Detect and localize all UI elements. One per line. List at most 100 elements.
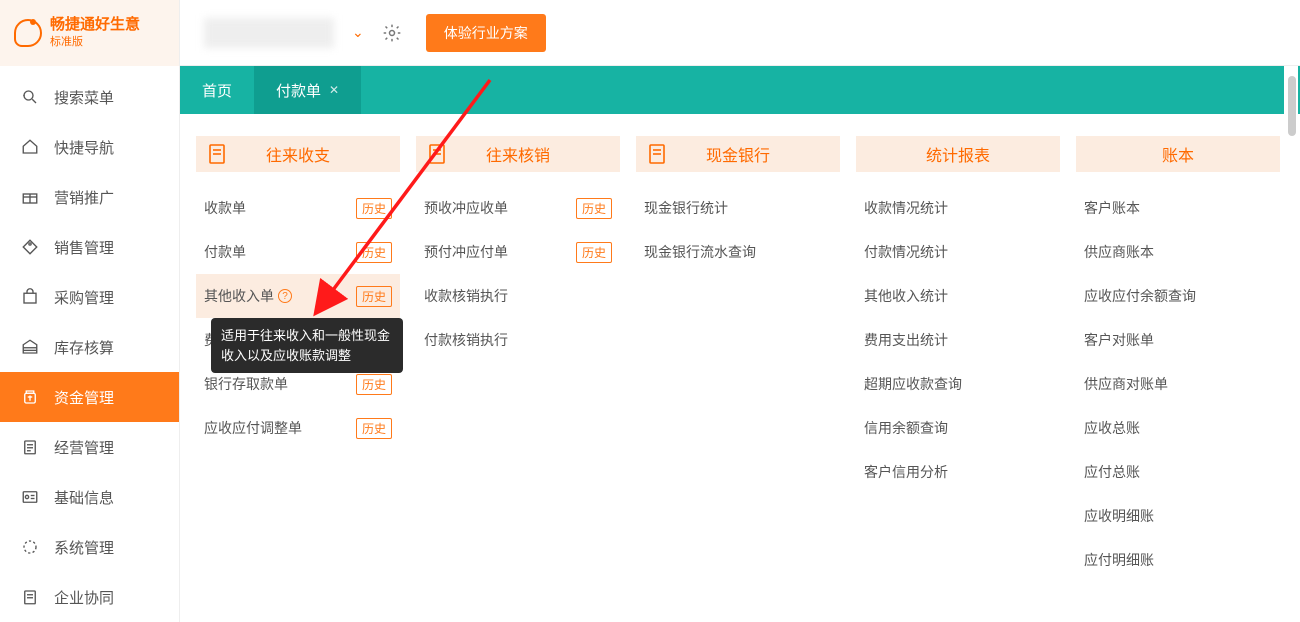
- tab-label: 付款单: [276, 80, 321, 101]
- column-title: 现金银行: [706, 142, 770, 166]
- menu-row[interactable]: 付款核销执行: [416, 318, 620, 362]
- gear-icon[interactable]: [382, 23, 402, 43]
- menu-row[interactable]: 应收应付余额查询: [1076, 274, 1280, 318]
- menu-row-text: 应收应付余额查询: [1084, 286, 1196, 306]
- section-icon: [206, 142, 230, 171]
- history-badge[interactable]: 历史: [576, 198, 612, 219]
- tabbar: 首页 付款单 ✕: [180, 66, 1300, 114]
- column-title: 账本: [1162, 142, 1194, 166]
- section-icon: [426, 142, 450, 171]
- help-icon[interactable]: ?: [278, 289, 292, 303]
- menu-row[interactable]: 客户账本: [1076, 186, 1280, 230]
- column-title: 往来收支: [266, 142, 330, 166]
- brand-edition: 标准版: [50, 33, 140, 49]
- sidebar-item-quicknav[interactable]: 快捷导航: [0, 122, 179, 172]
- menu-row[interactable]: 超期应收款查询: [856, 362, 1060, 406]
- clipboard-icon: [20, 437, 40, 457]
- close-icon[interactable]: ✕: [329, 83, 339, 97]
- tab-home[interactable]: 首页: [180, 66, 254, 114]
- money-icon: [20, 387, 40, 407]
- column-list: 现金银行统计现金银行流水查询: [636, 172, 840, 274]
- menu-row-text: 现金银行统计: [644, 198, 728, 218]
- menu-row-label: 其他收入统计: [864, 286, 948, 306]
- menu-row-label: 客户对账单: [1084, 330, 1154, 350]
- sidebar-item-label: 采购管理: [54, 287, 114, 308]
- scrollbar[interactable]: [1284, 66, 1298, 622]
- menu-row[interactable]: 预付冲应付单历史: [416, 230, 620, 274]
- history-badge[interactable]: 历史: [356, 286, 392, 307]
- section-icon: [646, 142, 670, 171]
- gift-icon: [20, 187, 40, 207]
- sidebar-item-purchase[interactable]: 采购管理: [0, 272, 179, 322]
- sidebar: 畅捷通好生意 标准版 搜索菜单 快捷导航 营销推广 销售管理: [0, 0, 180, 622]
- menu-row-text: 其他收入单: [204, 286, 274, 306]
- menu-row-label: 现金银行流水查询: [644, 242, 756, 262]
- sidebar-item-label: 经营管理: [54, 437, 114, 458]
- menu-row[interactable]: 收款单 历史: [196, 186, 400, 230]
- menu-row[interactable]: 客户信用分析: [856, 450, 1060, 494]
- sidebar-item-basicinfo[interactable]: 基础信息: [0, 472, 179, 522]
- sidebar-item-sales[interactable]: 销售管理: [0, 222, 179, 272]
- brand-title: 畅捷通好生意: [50, 17, 140, 34]
- chevron-down-icon[interactable]: ⌄: [352, 24, 364, 41]
- menu-row-label: 应付总账: [1084, 462, 1140, 482]
- sidebar-item-finance[interactable]: 资金管理: [0, 372, 179, 422]
- menu-row[interactable]: 收款情况统计: [856, 186, 1060, 230]
- menu-row[interactable]: 应收总账: [1076, 406, 1280, 450]
- bag-icon: [20, 287, 40, 307]
- menu-row[interactable]: 供应商账本: [1076, 230, 1280, 274]
- menu-row-text: 应付总账: [1084, 462, 1140, 482]
- menu-row[interactable]: 其他收入统计: [856, 274, 1060, 318]
- menu-row[interactable]: 其他收入单? 历史: [196, 274, 400, 318]
- experience-button[interactable]: 体验行业方案: [426, 14, 546, 52]
- main-area: ⌄ 体验行业方案 首页 付款单 ✕ 往来收支收款单历史付款单历史其他收入单?历史…: [180, 0, 1300, 622]
- history-badge[interactable]: 历史: [356, 242, 392, 263]
- sidebar-item-collab[interactable]: 企业协同: [0, 572, 179, 622]
- menu-row-text: 客户信用分析: [864, 462, 948, 482]
- menu-row[interactable]: 应收应付调整单历史: [196, 406, 400, 450]
- menu-row-label: 预收冲应收单: [424, 198, 508, 218]
- menu-row-label: 其他收入单?: [204, 286, 292, 306]
- menu-row[interactable]: 应付明细账: [1076, 538, 1280, 582]
- menu-row[interactable]: 费用支出统计: [856, 318, 1060, 362]
- menu-row-text: 信用余额查询: [864, 418, 948, 438]
- menu-row-label: 银行存取款单: [204, 374, 288, 394]
- menu-row-label: 供应商账本: [1084, 242, 1154, 262]
- column-list: 收款情况统计付款情况统计其他收入统计费用支出统计超期应收款查询信用余额查询客户信…: [856, 172, 1060, 494]
- menu-row-text: 付款情况统计: [864, 242, 948, 262]
- tab-payment[interactable]: 付款单 ✕: [254, 66, 361, 114]
- column-header: 账本: [1076, 136, 1280, 172]
- history-badge[interactable]: 历史: [356, 374, 392, 395]
- sidebar-item-marketing[interactable]: 营销推广: [0, 172, 179, 222]
- history-badge[interactable]: 历史: [356, 198, 392, 219]
- menu-row[interactable]: 现金银行统计: [636, 186, 840, 230]
- history-badge[interactable]: 历史: [356, 418, 392, 439]
- menu-row-label: 收款单: [204, 198, 246, 218]
- menu-row-label: 现金银行统计: [644, 198, 728, 218]
- sidebar-item-label: 营销推广: [54, 187, 114, 208]
- menu-row[interactable]: 应付总账: [1076, 450, 1280, 494]
- sidebar-item-operation[interactable]: 经营管理: [0, 422, 179, 472]
- menu-row-text: 收款单: [204, 198, 246, 218]
- menu-row-text: 应收总账: [1084, 418, 1140, 438]
- menu-row[interactable]: 客户对账单: [1076, 318, 1280, 362]
- sidebar-item-system[interactable]: 系统管理: [0, 522, 179, 572]
- column-header: 往来收支: [196, 136, 400, 172]
- menu-row-text: 现金银行流水查询: [644, 242, 756, 262]
- menu-row[interactable]: 现金银行流水查询: [636, 230, 840, 274]
- topbar: ⌄ 体验行业方案: [180, 0, 1300, 66]
- menu-row[interactable]: 信用余额查询: [856, 406, 1060, 450]
- menu-row[interactable]: 收款核销执行: [416, 274, 620, 318]
- column-header: 往来核销: [416, 136, 620, 172]
- sidebar-item-inventory[interactable]: 库存核算: [0, 322, 179, 372]
- column: 账本客户账本供应商账本应收应付余额查询客户对账单供应商对账单应收总账应付总账应收…: [1076, 136, 1280, 582]
- history-badge[interactable]: 历史: [576, 242, 612, 263]
- menu-row-text: 供应商账本: [1084, 242, 1154, 262]
- column: 现金银行现金银行统计现金银行流水查询: [636, 136, 840, 274]
- menu-row[interactable]: 预收冲应收单 历史: [416, 186, 620, 230]
- sidebar-item-search[interactable]: 搜索菜单: [0, 72, 179, 122]
- menu-row[interactable]: 供应商对账单: [1076, 362, 1280, 406]
- menu-row[interactable]: 应收明细账: [1076, 494, 1280, 538]
- menu-row[interactable]: 付款单历史: [196, 230, 400, 274]
- menu-row[interactable]: 付款情况统计: [856, 230, 1060, 274]
